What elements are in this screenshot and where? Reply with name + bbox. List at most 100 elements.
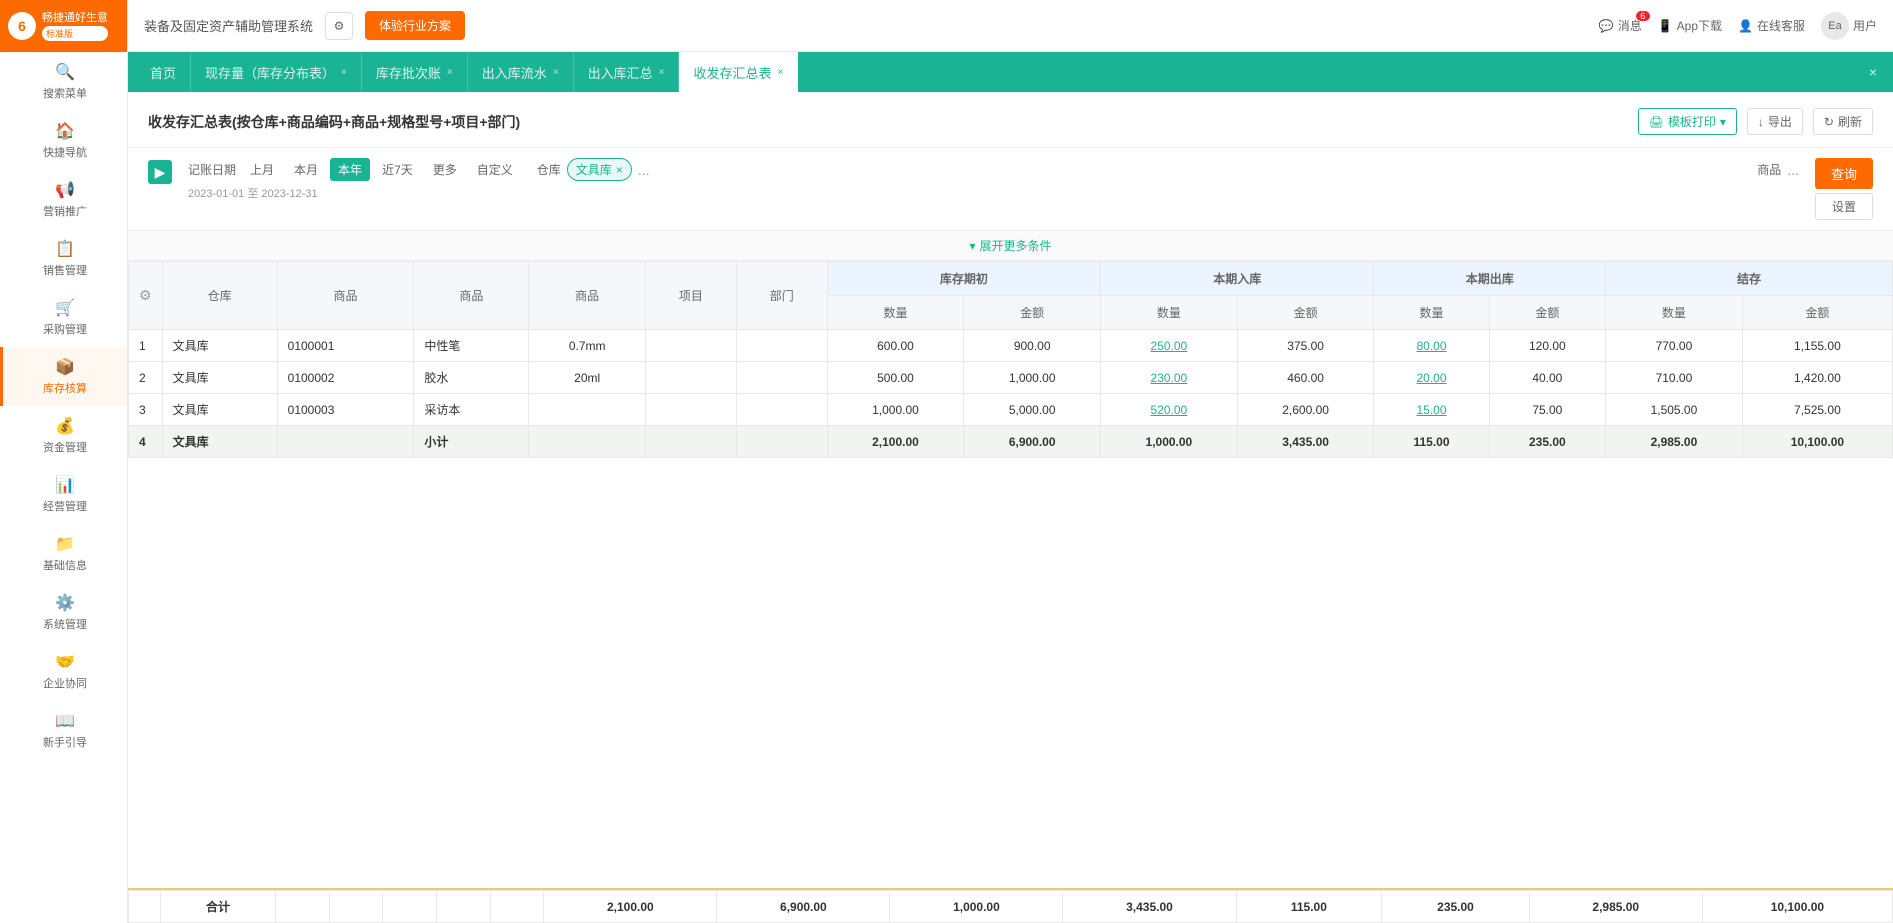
enterprise-icon: 🤝: [55, 652, 75, 672]
data-table: ⚙ 仓库 商品 商品 商品 项目 部门 库存期初 本期入库 本期出库 结存: [128, 261, 1893, 458]
filter-toggle-button[interactable]: ▶: [148, 160, 172, 184]
trial-button[interactable]: 体验行业方案: [365, 11, 465, 40]
date-option-近7天[interactable]: 近7天: [374, 158, 421, 181]
message-action[interactable]: 💬 消息 6: [1599, 17, 1642, 34]
logo-icon: 6: [8, 12, 36, 40]
sidebar-item-guide[interactable]: 📖 新手引导: [0, 701, 127, 760]
sub-in-amt: 金额: [1237, 296, 1374, 330]
tab-home[interactable]: 首页: [136, 52, 191, 92]
quick-icon: 🏠: [55, 121, 75, 141]
operations-icon: 📊: [55, 475, 75, 495]
tab-close-inventory_dist[interactable]: ×: [341, 67, 347, 78]
sidebar-item-label: 新手引导: [43, 734, 87, 750]
refresh-button[interactable]: ↻ 刷新: [1813, 108, 1873, 135]
col-warehouse-header: 仓库: [162, 262, 277, 330]
date-option-自定义[interactable]: 自定义: [469, 158, 521, 181]
sidebar-item-marketing[interactable]: 📢 营销推广: [0, 170, 127, 229]
date-option-本月[interactable]: 本月: [286, 158, 326, 181]
page-title: 收发存汇总表(按仓库+商品编码+商品+规格型号+项目+部门): [148, 112, 520, 132]
sidebar-item-sales[interactable]: 📋 销售管理: [0, 229, 127, 288]
tab-collect_summary[interactable]: 收发存汇总表×: [679, 52, 798, 92]
warehouse-label: 仓库: [537, 161, 561, 178]
avatar: Ea: [1821, 12, 1849, 40]
date-option-更多[interactable]: 更多: [425, 158, 465, 181]
app-logo: 6 畅捷通好生意 标准版: [0, 0, 127, 52]
app-download-action[interactable]: 📱 App下载: [1658, 17, 1722, 34]
tab-close-batch[interactable]: ×: [447, 67, 453, 78]
table-settings-icon[interactable]: ⚙: [139, 287, 152, 303]
warehouse-filter: 仓库 文具库 × ...: [537, 158, 650, 181]
warehouse-dots[interactable]: ...: [638, 162, 650, 178]
date-label: 记账日期: [188, 161, 236, 178]
sidebar-item-base[interactable]: 📁 基础信息: [0, 524, 127, 583]
col-dept-header: 部门: [736, 262, 827, 330]
page-header-actions: 🖨 模板打印 ▾ ↓ 导出 ↻ 刷新: [1638, 108, 1873, 135]
main-content: 装备及固定资产辅助管理系统 ⚙ 体验行业方案 💬 消息 6 📱 App下载 👤 …: [128, 0, 1893, 923]
query-button[interactable]: 查询: [1815, 158, 1873, 189]
page-header: 收发存汇总表(按仓库+商品编码+商品+规格型号+项目+部门) 🖨 模板打印 ▾ …: [128, 92, 1893, 148]
expand-button[interactable]: ▾ 展开更多条件: [969, 237, 1051, 254]
sub-open-qty: 数量: [827, 296, 964, 330]
warehouse-tag-close[interactable]: ×: [616, 163, 623, 177]
sidebar-item-label: 资金管理: [43, 439, 87, 455]
filter-settings-button[interactable]: 设置: [1815, 193, 1873, 220]
sidebar-item-search[interactable]: 🔍 搜索菜单: [0, 52, 127, 111]
sidebar-item-finance[interactable]: 💰 资金管理: [0, 406, 127, 465]
page-inner: 收发存汇总表(按仓库+商品编码+商品+规格型号+项目+部门) 🖨 模板打印 ▾ …: [128, 92, 1893, 888]
online-service-label: 在线客服: [1757, 17, 1805, 34]
sidebar-item-label: 库存核算: [43, 380, 87, 396]
print-icon: 🖨: [1649, 115, 1664, 129]
date-option-上月[interactable]: 上月: [242, 158, 282, 181]
sidebar-item-purchase[interactable]: 🛒 采购管理: [0, 288, 127, 347]
sidebar-item-label: 基础信息: [43, 557, 87, 573]
tab-batch[interactable]: 库存批次账×: [362, 52, 468, 92]
col-spec-header: 商品: [529, 262, 645, 330]
tab-inventory_dist[interactable]: 现存量（库存分布表） ×: [191, 52, 362, 92]
tab-close-inout_summary[interactable]: ×: [659, 67, 665, 78]
guide-icon: 📖: [55, 711, 75, 731]
user-action[interactable]: Ea 用户: [1821, 12, 1877, 40]
print-button[interactable]: 🖨 模板打印 ▾: [1638, 108, 1737, 135]
col-settings: ⚙: [129, 262, 163, 330]
table-footer: 合计 2,100.00 6,900.00 1,000.00 3,435.00 1…: [128, 888, 1893, 923]
tab-close-inout_flow[interactable]: ×: [553, 67, 559, 78]
sub-bal-amt: 金额: [1742, 296, 1892, 330]
group-out-header: 本期出库: [1374, 262, 1606, 296]
topbar: 装备及固定资产辅助管理系统 ⚙ 体验行业方案 💬 消息 6 📱 App下载 👤 …: [128, 0, 1893, 52]
table-row: 4文具库小计2,100.006,900.001,000.003,435.0011…: [129, 426, 1893, 458]
goods-label: 商品: [1757, 161, 1781, 178]
sidebar-item-inventory[interactable]: 📦 库存核算: [0, 347, 127, 406]
tab-label-inventory_dist: 现存量（库存分布表）: [205, 63, 335, 82]
date-option-本年[interactable]: 本年: [330, 158, 370, 181]
sub-bal-qty: 数量: [1606, 296, 1743, 330]
tabbar-close[interactable]: ×: [1861, 64, 1885, 80]
settings-button[interactable]: ⚙: [325, 12, 353, 40]
dropdown-icon: ▾: [1720, 115, 1726, 129]
footer-in-amt: 3,435.00: [1063, 891, 1236, 923]
col-name-header: 商品: [414, 262, 529, 330]
footer-open-amt: 6,900.00: [717, 891, 890, 923]
tab-close-collect_summary[interactable]: ×: [777, 67, 783, 78]
tab-inout_flow[interactable]: 出入库流水×: [468, 52, 574, 92]
col-code-header: 商品: [277, 262, 414, 330]
message-badge: 6: [1636, 11, 1650, 21]
sidebar-item-quick[interactable]: 🏠 快捷导航: [0, 111, 127, 170]
goods-dots[interactable]: ...: [1787, 162, 1799, 178]
sidebar-item-operations[interactable]: 📊 经营管理: [0, 465, 127, 524]
footer-in-qty: 1,000.00: [890, 891, 1063, 923]
sidebar-item-label: 销售管理: [43, 262, 87, 278]
sidebar-item-system[interactable]: ⚙️ 系统管理: [0, 583, 127, 642]
sidebar-item-label: 搜索菜单: [43, 85, 87, 101]
sidebar-item-enterprise[interactable]: 🤝 企业协同: [0, 642, 127, 701]
online-service-action[interactable]: 👤 在线客服: [1738, 17, 1805, 34]
export-button[interactable]: ↓ 导出: [1747, 108, 1803, 135]
tabbar: 首页现存量（库存分布表）×库存批次账×出入库流水×出入库汇总×收发存汇总表××: [128, 52, 1893, 92]
tab-inout_summary[interactable]: 出入库汇总×: [574, 52, 680, 92]
group-in-header: 本期入库: [1101, 262, 1374, 296]
service-icon: 👤: [1738, 19, 1753, 33]
message-icon: 💬: [1599, 19, 1614, 33]
filter-row: ▶ 记账日期 上月本月本年近7天更多自定义 仓库 文具库: [128, 148, 1893, 231]
refresh-icon: ↻: [1824, 115, 1834, 129]
date-filter: 记账日期 上月本月本年近7天更多自定义: [188, 158, 521, 181]
sidebar-item-label: 采购管理: [43, 321, 87, 337]
